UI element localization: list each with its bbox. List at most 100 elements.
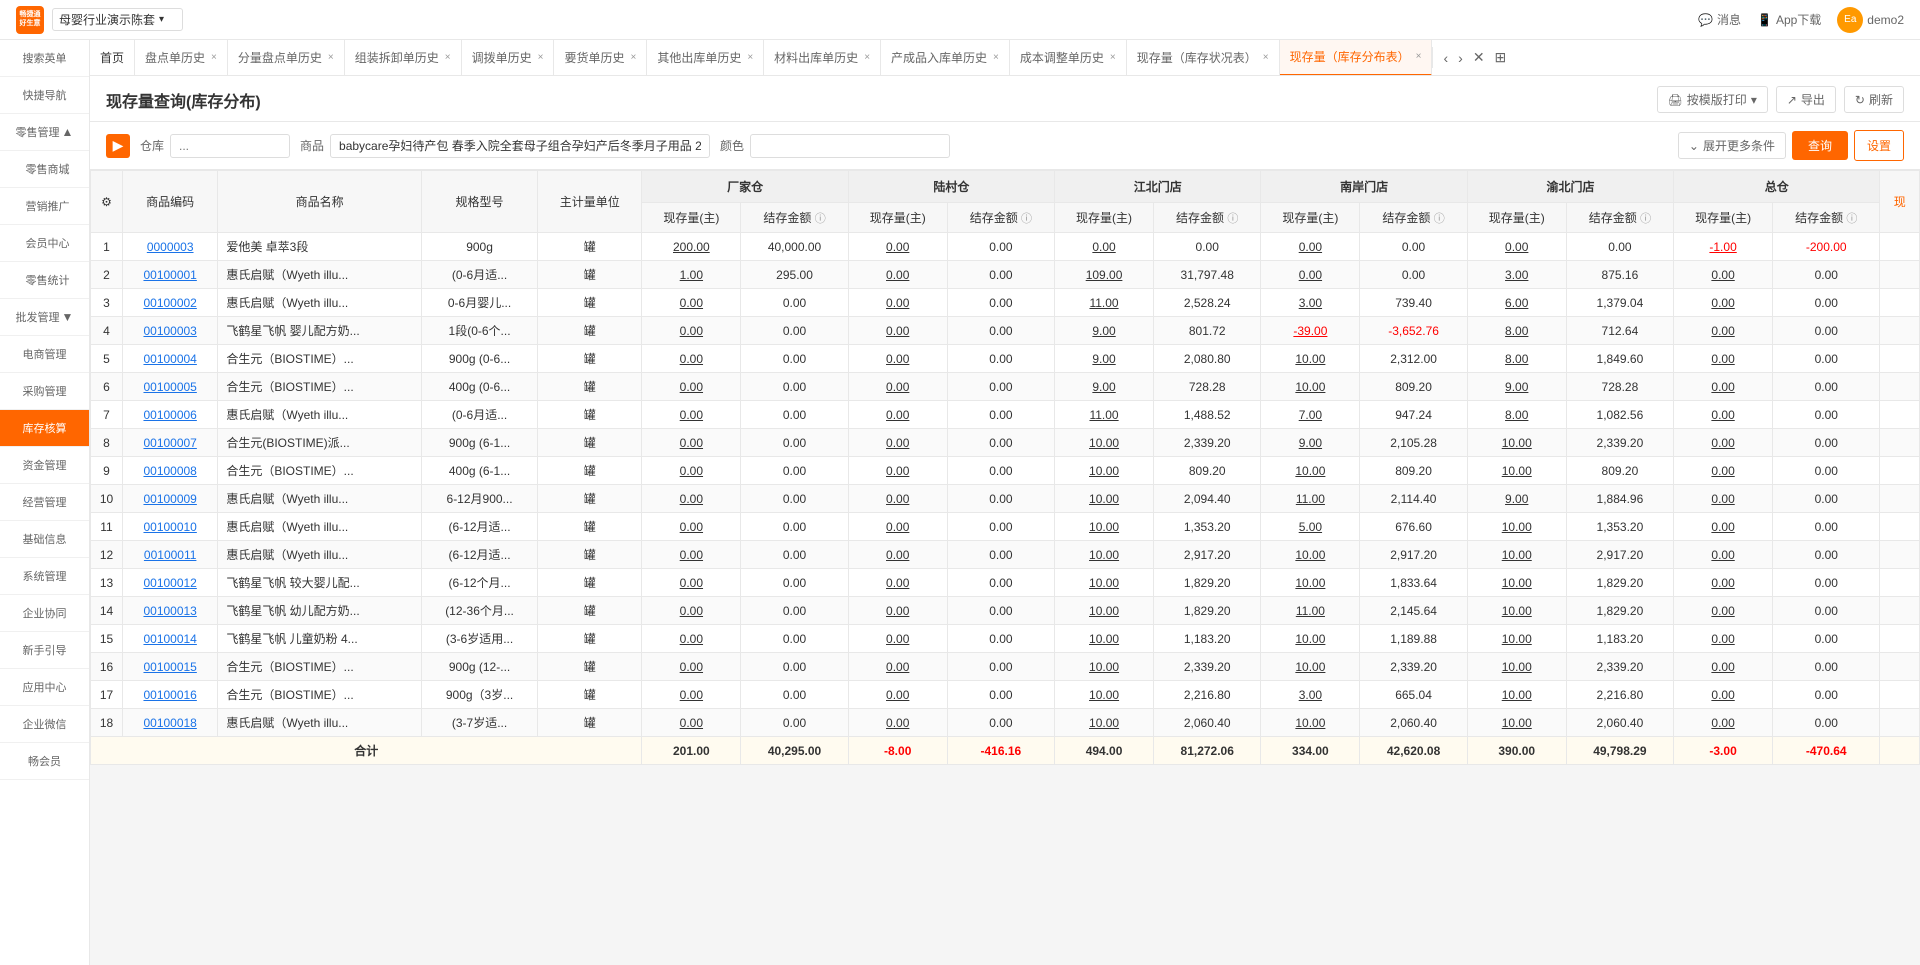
cell-land-qty[interactable]: 0.00: [848, 681, 947, 709]
tab-close-icon[interactable]: ×: [1263, 52, 1269, 63]
cell-fac-qty[interactable]: 200.00: [642, 233, 741, 261]
sidebar-item-members[interactable]: 畅会员: [0, 743, 89, 780]
tab-next-btn[interactable]: ›: [1454, 48, 1467, 68]
cell-land-qty[interactable]: 0.00: [848, 401, 947, 429]
cell-yb-qty[interactable]: 8.00: [1467, 345, 1566, 373]
cell-fac-qty[interactable]: 0.00: [642, 289, 741, 317]
cell-yb-qty[interactable]: 10.00: [1467, 541, 1566, 569]
cell-land-qty[interactable]: 0.00: [848, 625, 947, 653]
cell-total-qty[interactable]: 0.00: [1674, 373, 1773, 401]
cell-total-qty[interactable]: 0.00: [1674, 541, 1773, 569]
store-selector[interactable]: 母婴行业演示陈套 ▾: [52, 8, 183, 31]
tab-close-icon[interactable]: ×: [864, 52, 870, 63]
sidebar-item-inventory[interactable]: 库存核算: [0, 410, 89, 447]
tab-stock-distribution[interactable]: 现存量（库存分布表）×: [1280, 40, 1433, 76]
cell-fac-qty[interactable]: 0.00: [642, 401, 741, 429]
sidebar-item-wholesale-mgmt[interactable]: 批发管理 ▼: [0, 299, 89, 336]
cell-fac-qty[interactable]: 0.00: [642, 345, 741, 373]
print-btn[interactable]: 🖨 按模版打印 ▾: [1657, 86, 1768, 113]
info-icon[interactable]: ⓘ: [1640, 213, 1651, 225]
cell-jb-qty[interactable]: 9.00: [1055, 317, 1154, 345]
cell-yb-qty[interactable]: 0.00: [1467, 233, 1566, 261]
tab-transfer[interactable]: 调拨单历史 ×: [462, 40, 555, 76]
cell-yb-qty[interactable]: 10.00: [1467, 625, 1566, 653]
refresh-btn[interactable]: ↻ 刷新: [1844, 86, 1904, 113]
tab-close-icon[interactable]: ×: [993, 52, 999, 63]
tab-material-outstock[interactable]: 材料出库单历史 ×: [764, 40, 881, 76]
tab-other-outstock[interactable]: 其他出库单历史 ×: [647, 40, 764, 76]
sidebar-item-system[interactable]: 系统管理: [0, 558, 89, 595]
cell-fac-qty[interactable]: 0.00: [642, 373, 741, 401]
cell-yb-qty[interactable]: 10.00: [1467, 681, 1566, 709]
sidebar-item-finance[interactable]: 资金管理: [0, 447, 89, 484]
cell-na-qty[interactable]: 11.00: [1261, 485, 1360, 513]
sidebar-item-enterprise-wechat[interactable]: 企业微信: [0, 706, 89, 743]
tab-home[interactable]: 首页: [90, 40, 135, 76]
cell-jb-qty[interactable]: 10.00: [1055, 485, 1154, 513]
cell-land-qty[interactable]: 0.00: [848, 429, 947, 457]
settings-btn[interactable]: 设置: [1854, 130, 1904, 161]
cell-land-qty[interactable]: 0.00: [848, 485, 947, 513]
cell-yb-qty[interactable]: 8.00: [1467, 317, 1566, 345]
cell-fac-qty[interactable]: 0.00: [642, 485, 741, 513]
cell-na-qty[interactable]: 9.00: [1261, 429, 1360, 457]
tab-cost-adjust[interactable]: 成本调整单历史 ×: [1010, 40, 1127, 76]
sidebar-item-member[interactable]: 会员中心: [0, 225, 89, 262]
cell-fac-qty[interactable]: 0.00: [642, 597, 741, 625]
info-icon[interactable]: ⓘ: [1846, 213, 1857, 225]
sidebar-item-purchase[interactable]: 采购管理: [0, 373, 89, 410]
color-input[interactable]: [750, 134, 950, 158]
cell-jb-qty[interactable]: 10.00: [1055, 457, 1154, 485]
cell-yb-qty[interactable]: 3.00: [1467, 261, 1566, 289]
cell-land-qty[interactable]: 0.00: [848, 261, 947, 289]
cell-fac-qty[interactable]: 0.00: [642, 653, 741, 681]
tab-partial-check[interactable]: 分量盘点单历史 ×: [228, 40, 345, 76]
tab-close-all-btn[interactable]: ✕: [1469, 47, 1489, 68]
export-btn[interactable]: ↗ 导出: [1776, 86, 1836, 113]
cell-jb-qty[interactable]: 9.00: [1055, 345, 1154, 373]
cell-jb-qty[interactable]: 10.00: [1055, 653, 1154, 681]
sidebar-item-retail-mgmt[interactable]: 零售管理 ▲: [0, 114, 89, 151]
sidebar-item-app-center[interactable]: 应用中心: [0, 669, 89, 706]
cell-fac-qty[interactable]: 0.00: [642, 709, 741, 737]
cell-na-qty[interactable]: 5.00: [1261, 513, 1360, 541]
tab-expand-btn[interactable]: ⊞: [1491, 47, 1511, 68]
cell-yb-qty[interactable]: 10.00: [1467, 513, 1566, 541]
info-icon[interactable]: ⓘ: [1227, 213, 1238, 225]
expand-more-btn[interactable]: ⌄ 展开更多条件: [1678, 132, 1786, 159]
tab-stock-status[interactable]: 现存量（库存状况表）×: [1127, 40, 1280, 76]
sidebar-item-operations[interactable]: 经营管理: [0, 484, 89, 521]
cell-jb-qty[interactable]: 10.00: [1055, 541, 1154, 569]
sidebar-item-marketing[interactable]: 营销推广: [0, 188, 89, 225]
cell-jb-qty[interactable]: 109.00: [1055, 261, 1154, 289]
product-input[interactable]: [330, 134, 710, 158]
cell-fac-qty[interactable]: 0.00: [642, 569, 741, 597]
cell-yb-qty[interactable]: 9.00: [1467, 485, 1566, 513]
cell-na-qty[interactable]: 10.00: [1261, 709, 1360, 737]
tab-finished-instock[interactable]: 产成品入库单历史 ×: [881, 40, 1010, 76]
query-btn[interactable]: 查询: [1792, 131, 1848, 160]
sidebar-item-retail-stats[interactable]: 零售统计: [0, 262, 89, 299]
cell-total-qty[interactable]: 0.00: [1674, 485, 1773, 513]
cell-land-qty[interactable]: 0.00: [848, 373, 947, 401]
tab-inventory-check[interactable]: 盘点单历史 ×: [135, 40, 228, 76]
cell-jb-qty[interactable]: 10.00: [1055, 569, 1154, 597]
cell-na-qty[interactable]: 3.00: [1261, 289, 1360, 317]
filter-expand-btn[interactable]: ▶: [106, 134, 130, 158]
cell-total-qty[interactable]: 0.00: [1674, 457, 1773, 485]
col-header-gear[interactable]: ⚙: [91, 171, 123, 233]
cell-yb-qty[interactable]: 10.00: [1467, 597, 1566, 625]
cell-jb-qty[interactable]: 10.00: [1055, 429, 1154, 457]
cell-fac-qty[interactable]: 0.00: [642, 681, 741, 709]
cell-yb-qty[interactable]: 9.00: [1467, 373, 1566, 401]
message-btn[interactable]: 💬 消息: [1698, 11, 1741, 28]
cell-jb-qty[interactable]: 10.00: [1055, 597, 1154, 625]
cell-total-qty[interactable]: 0.00: [1674, 625, 1773, 653]
cell-land-qty[interactable]: 0.00: [848, 317, 947, 345]
cell-fac-qty[interactable]: 0.00: [642, 513, 741, 541]
cell-fac-qty[interactable]: 0.00: [642, 625, 741, 653]
sidebar-item-ecommerce[interactable]: 电商管理: [0, 336, 89, 373]
tab-close-icon[interactable]: ×: [1110, 52, 1116, 63]
sidebar-item-enterprise[interactable]: 企业协同: [0, 595, 89, 632]
cell-na-qty[interactable]: 10.00: [1261, 625, 1360, 653]
